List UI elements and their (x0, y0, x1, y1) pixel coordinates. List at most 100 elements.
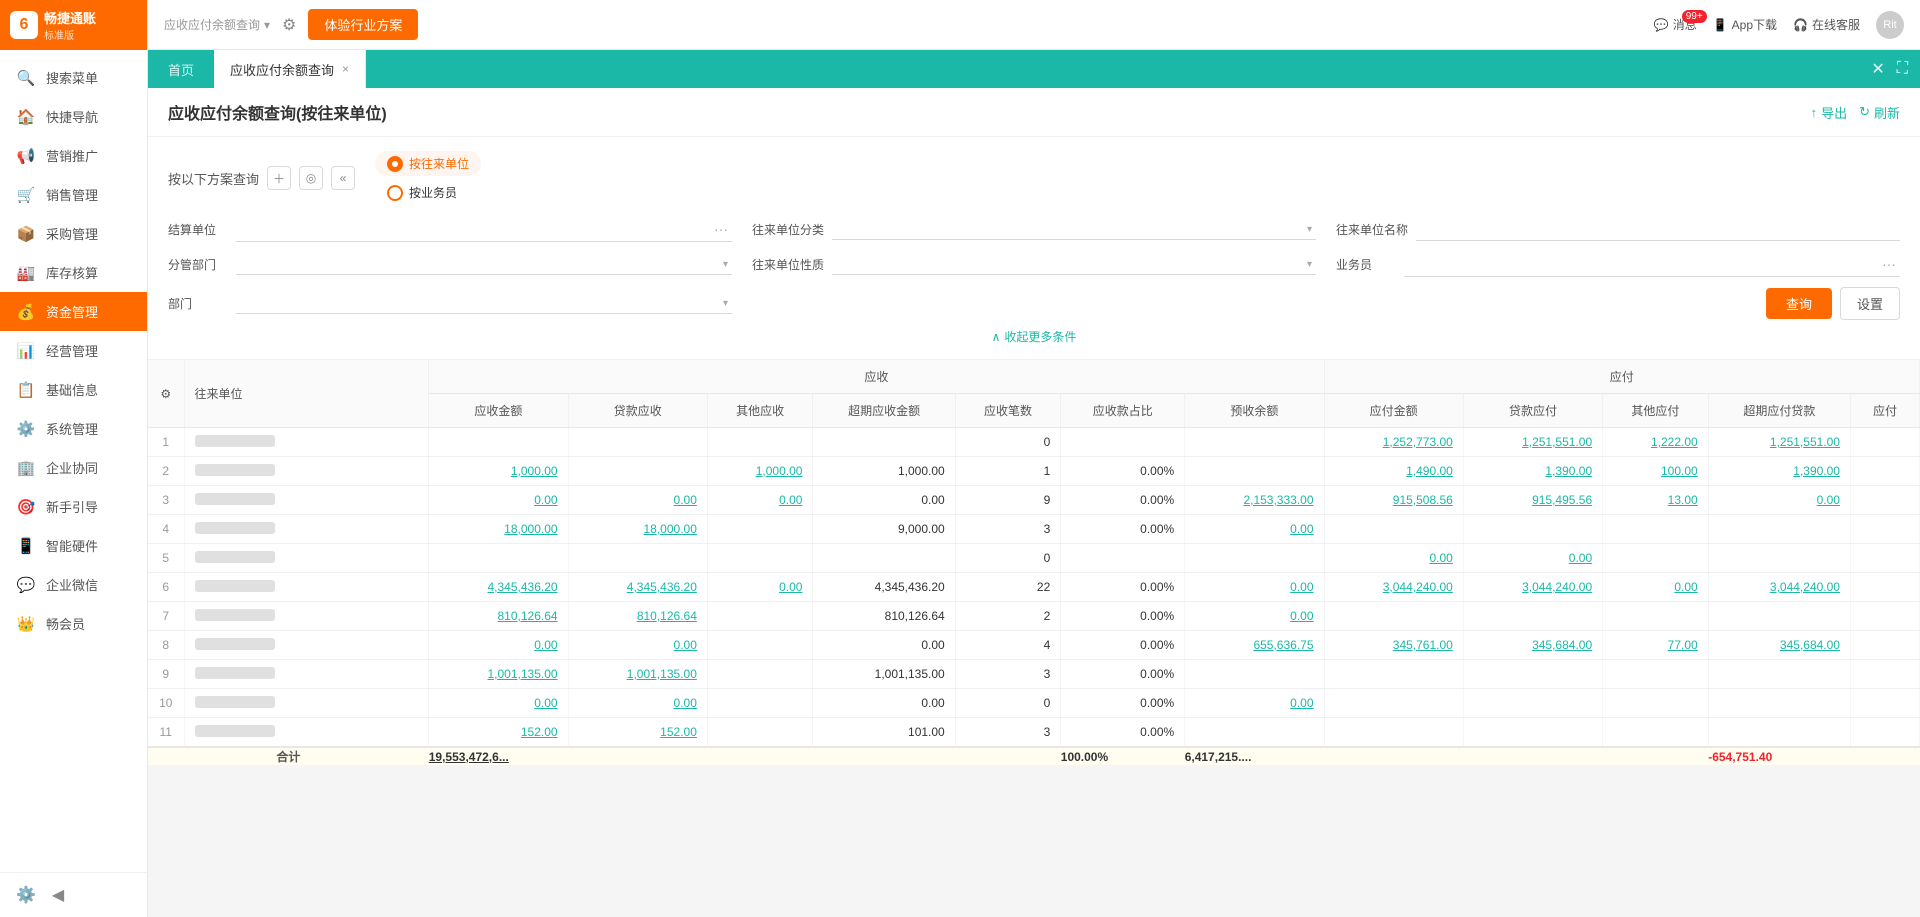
table-cell[interactable]: 0.00 (1185, 515, 1324, 544)
table-cell[interactable] (1324, 660, 1463, 689)
table-cell[interactable]: 1,490.00 (1324, 457, 1463, 486)
table-cell[interactable]: 1,222.00 (1603, 428, 1709, 457)
table-cell[interactable]: 810,126.64 (429, 602, 568, 631)
nature-select[interactable]: ▾ (832, 255, 1316, 275)
table-cell[interactable]: 0.00 (1324, 544, 1463, 573)
sidebar-item-system[interactable]: ⚙️ 系统管理 (0, 409, 147, 448)
table-cell[interactable]: 0.00 (1185, 602, 1324, 631)
sidebar-item-basic[interactable]: 📋 基础信息 (0, 370, 147, 409)
sidebar-item-purchase[interactable]: 📦 采购管理 (0, 214, 147, 253)
table-cell[interactable] (1708, 515, 1850, 544)
table-cell[interactable]: 152.00 (429, 718, 568, 748)
table-cell[interactable] (1324, 602, 1463, 631)
filter-back-button[interactable]: « (331, 166, 355, 190)
table-cell[interactable] (429, 428, 568, 457)
table-cell[interactable]: 0.00 (1463, 544, 1602, 573)
table-cell[interactable]: 100.00 (1603, 457, 1709, 486)
settlement-input[interactable]: ··· (236, 217, 732, 242)
user-avatar-area[interactable]: Rit (1876, 11, 1904, 39)
table-cell[interactable]: 4,345,436.20 (568, 573, 707, 602)
sidebar-item-inventory[interactable]: 🏭 库存核算 (0, 253, 147, 292)
table-cell[interactable]: 0.00 (429, 689, 568, 718)
table-cell[interactable]: 810,126.64 (568, 602, 707, 631)
service-button[interactable]: 🎧 在线客服 (1793, 16, 1860, 33)
sidebar-item-marketing[interactable]: 📢 营销推广 (0, 136, 147, 175)
table-cell[interactable] (1185, 428, 1324, 457)
tab-home[interactable]: 首页 (148, 50, 214, 88)
table-cell[interactable]: 0.00 (568, 689, 707, 718)
table-cell[interactable]: 915,495.56 (1463, 486, 1602, 515)
table-cell[interactable] (568, 544, 707, 573)
table-cell[interactable] (707, 718, 813, 748)
footer-settings-icon[interactable]: ⚙️ (16, 885, 36, 905)
message-button[interactable]: 💬 消息 99+ (1654, 16, 1697, 33)
table-cell[interactable] (429, 544, 568, 573)
table-cell[interactable]: 77.00 (1603, 631, 1709, 660)
table-cell[interactable]: 3,044,240.00 (1324, 573, 1463, 602)
tabbar-close-icon[interactable]: ✕ (1871, 59, 1884, 79)
table-cell[interactable] (1463, 660, 1602, 689)
table-cell[interactable]: 0.00 (1185, 573, 1324, 602)
tabbar-expand-icon[interactable]: ⛶ (1897, 60, 1908, 78)
table-cell[interactable] (1185, 718, 1324, 748)
table-cell[interactable] (1603, 515, 1709, 544)
table-cell[interactable]: 1,251,551.00 (1708, 428, 1850, 457)
table-cell[interactable]: 0.00 (707, 486, 813, 515)
table-cell[interactable]: 0.00 (568, 486, 707, 515)
table-cell[interactable]: 0.00 (568, 631, 707, 660)
sidebar-item-shortcut[interactable]: 🏠 快捷导航 (0, 97, 147, 136)
highlight-button[interactable]: 体验行业方案 (308, 9, 418, 40)
sidebar-item-guide[interactable]: 🎯 新手引导 (0, 487, 147, 526)
table-cell[interactable]: 0.00 (429, 486, 568, 515)
table-cell[interactable] (1603, 689, 1709, 718)
table-cell[interactable] (707, 544, 813, 573)
export-button[interactable]: ↑ 导出 (1811, 103, 1848, 122)
table-cell[interactable] (707, 631, 813, 660)
app-download-button[interactable]: 📱 App下载 (1713, 16, 1777, 33)
table-cell[interactable] (707, 602, 813, 631)
table-cell[interactable]: 4,345,436.20 (429, 573, 568, 602)
sidebar-item-business[interactable]: 📊 经营管理 (0, 331, 147, 370)
table-cell[interactable]: 0.00 (1603, 573, 1709, 602)
table-cell[interactable]: 0.00 (429, 631, 568, 660)
table-cell[interactable] (707, 515, 813, 544)
table-cell[interactable] (1324, 515, 1463, 544)
footer-collapse-icon[interactable]: ◀ (52, 885, 64, 905)
settings-col-header[interactable]: ⚙ (148, 360, 184, 428)
table-cell[interactable]: 1,252,773.00 (1324, 428, 1463, 457)
table-cell[interactable]: 3,044,240.00 (1708, 573, 1850, 602)
query-button[interactable]: 查询 (1766, 288, 1832, 319)
partner-name-input[interactable] (1416, 218, 1900, 241)
sidebar-item-sales[interactable]: 🛒 销售管理 (0, 175, 147, 214)
table-cell[interactable] (1603, 602, 1709, 631)
table-cell[interactable] (568, 428, 707, 457)
refresh-button[interactable]: ↻ 刷新 (1859, 103, 1900, 122)
table-cell[interactable]: 1,390.00 (1708, 457, 1850, 486)
table-cell[interactable] (1708, 544, 1850, 573)
filter-mode-partner[interactable]: 按往来单位 (375, 151, 481, 176)
table-cell[interactable] (1603, 544, 1709, 573)
table-cell[interactable]: 1,001,135.00 (429, 660, 568, 689)
table-cell[interactable]: 1,390.00 (1463, 457, 1602, 486)
gear-button[interactable]: ⚙ (282, 15, 296, 35)
salesperson-input[interactable]: ··· (1404, 252, 1900, 277)
table-cell[interactable]: 0.00 (1185, 689, 1324, 718)
table-cell[interactable]: 1,000.00 (707, 457, 813, 486)
table-cell[interactable]: 13.00 (1603, 486, 1709, 515)
table-cell[interactable] (1463, 602, 1602, 631)
table-cell[interactable]: 345,761.00 (1324, 631, 1463, 660)
table-cell[interactable] (707, 428, 813, 457)
table-cell[interactable] (1463, 515, 1602, 544)
table-cell[interactable]: 915,508.56 (1324, 486, 1463, 515)
table-cell[interactable] (1185, 457, 1324, 486)
table-cell[interactable]: 18,000.00 (429, 515, 568, 544)
table-cell[interactable]: 1,251,551.00 (1463, 428, 1602, 457)
tab-close-icon[interactable]: × (342, 62, 349, 76)
table-cell[interactable]: 18,000.00 (568, 515, 707, 544)
sidebar-item-finance[interactable]: 💰 资金管理 (0, 292, 147, 331)
filter-collapse-button[interactable]: ∧ 收起更多条件 (992, 328, 1077, 345)
table-cell[interactable] (1463, 689, 1602, 718)
table-cell[interactable] (1185, 544, 1324, 573)
settings-button[interactable]: 设置 (1840, 287, 1900, 320)
table-cell[interactable] (707, 689, 813, 718)
